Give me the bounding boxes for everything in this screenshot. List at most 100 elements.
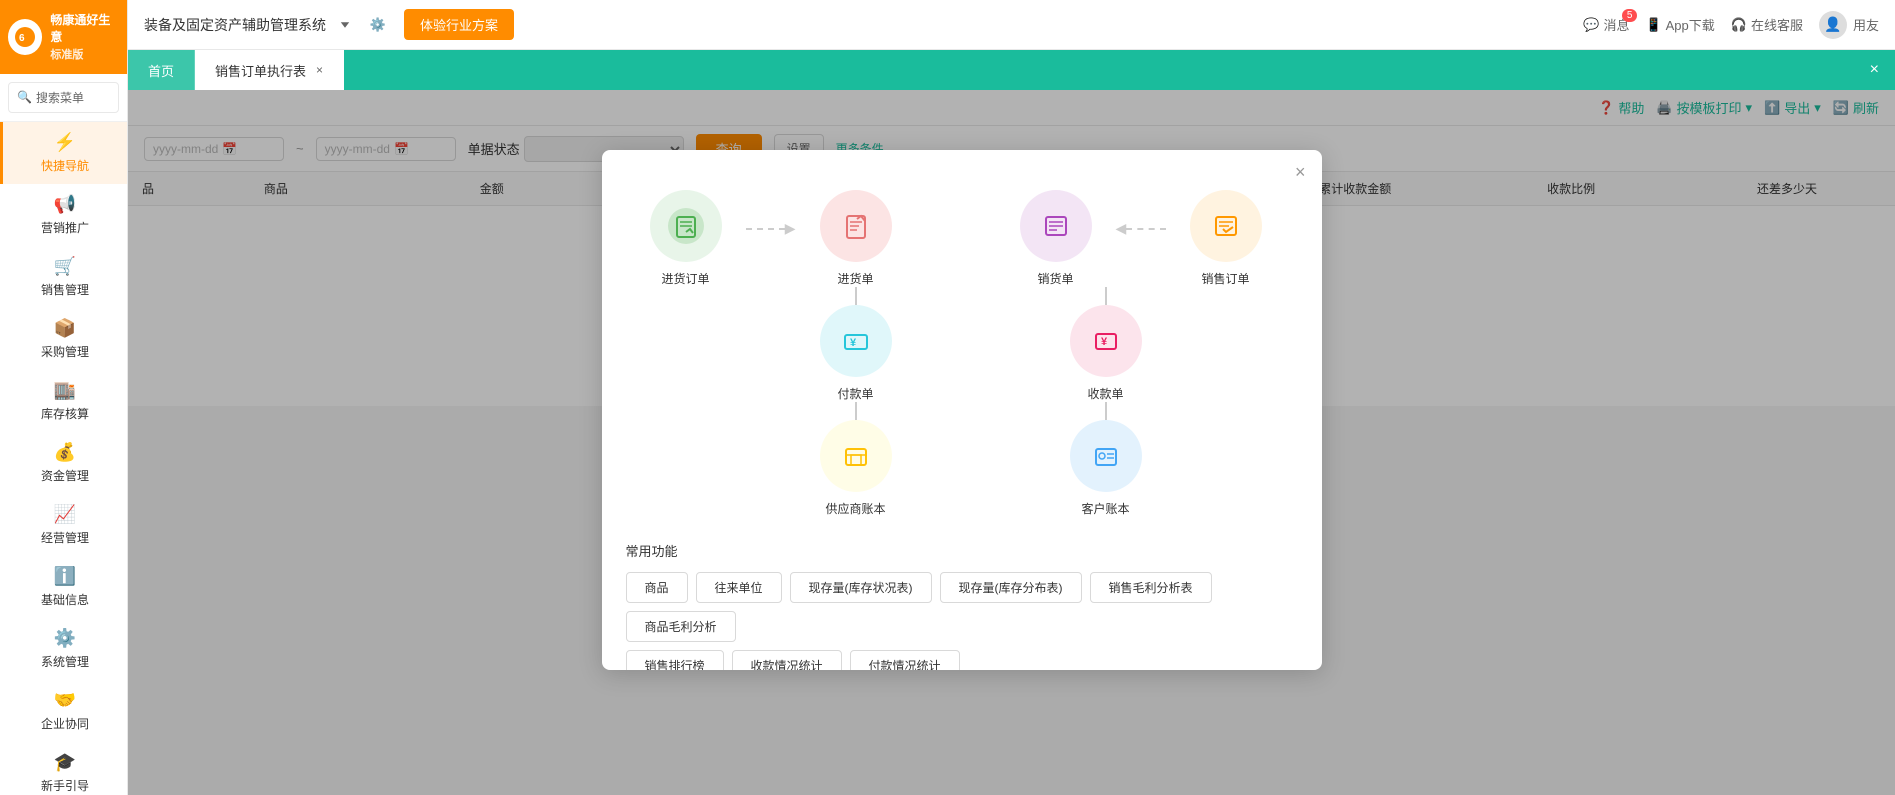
sales-bill-label: 销货单: [1037, 270, 1073, 287]
guide-icon: 🎓: [54, 752, 76, 773]
customer-icon: [1087, 437, 1125, 475]
topbar-actions: 💬 消息 5 📱 App下载 🎧 在线客服 👤 用友: [1583, 11, 1879, 39]
purchase-bill-icon: [837, 207, 875, 245]
online-service-button[interactable]: 🎧 在线客服: [1731, 15, 1803, 34]
payment-icon: ¥: [837, 322, 875, 360]
download-icon: 📱: [1645, 17, 1661, 33]
common-btn-stock-status[interactable]: 现存量(库存状况表): [790, 572, 932, 603]
search-icon: 🔍: [17, 90, 32, 104]
purchase-bill-label: 进货单: [837, 270, 873, 287]
quick-nav-icon: ⚡: [54, 132, 76, 153]
arrow-left-1: ◀: [1116, 220, 1166, 237]
common-btn-partner[interactable]: 往来单位: [696, 572, 782, 603]
basic-info-icon: ℹ️: [54, 566, 76, 587]
purchase-icon: 📦: [54, 318, 76, 339]
common-btn-goods-margin[interactable]: 商品毛利分析: [626, 611, 736, 642]
sidebar-item-purchase[interactable]: 📦 采购管理: [0, 308, 127, 370]
flow-section: 进货订单 ▶ 进: [626, 174, 1298, 533]
sidebar-item-label: 营销推广: [41, 219, 89, 236]
common-btn-sales-margin[interactable]: 销售毛利分析表: [1090, 572, 1212, 603]
sales-order-circle: [1190, 190, 1262, 262]
search-menu-label: 搜索菜单: [36, 89, 84, 106]
flow-node-sales-order[interactable]: 销售订单: [1166, 190, 1286, 287]
window-close-button[interactable]: ×: [1854, 61, 1895, 79]
sidebar-item-enterprise[interactable]: 🤝 企业协同: [0, 680, 127, 742]
sidebar-item-label: 经营管理: [41, 529, 89, 546]
arrow-down-payment: [796, 402, 916, 420]
arrow-down-receipt: [1046, 402, 1166, 420]
svg-text:¥: ¥: [850, 337, 857, 349]
sidebar-nav: ⚡ 快捷导航 📢 营销推广 🛒 销售管理 📦 采购管理 🏬 库存核算 💰: [0, 122, 127, 795]
sidebar-item-finance[interactable]: 💰 资金管理: [0, 432, 127, 494]
arrow-spacer: [916, 287, 1046, 305]
sidebar-item-business[interactable]: 📈 经营管理: [0, 494, 127, 556]
sales-bill-icon: [1037, 207, 1075, 245]
app-download-button[interactable]: 📱 App下载: [1645, 15, 1714, 34]
customer-circle: [1070, 420, 1142, 492]
common-btn-sales-rank[interactable]: 销售排行榜: [626, 650, 724, 670]
sidebar-item-quick-nav[interactable]: ⚡ 快捷导航: [0, 122, 127, 184]
tab-home[interactable]: 首页: [128, 50, 195, 90]
sales-bill-circle: [1020, 190, 1092, 262]
sidebar-item-label: 基础信息: [41, 591, 89, 608]
tab-sales-order[interactable]: 销售订单执行表 ×: [195, 50, 344, 90]
main-content: 装备及固定资产辅助管理系统 ⚙️ 体验行业方案 💬 消息 5 📱 App下载 🎧: [128, 0, 1895, 795]
messages-button[interactable]: 💬 消息 5: [1583, 15, 1629, 34]
flow-node-purchase-order[interactable]: 进货订单: [626, 190, 746, 287]
flow-node-payment[interactable]: ¥ 付款单: [796, 305, 916, 402]
common-functions-title: 常用功能: [626, 541, 1298, 560]
system-dropdown[interactable]: [338, 18, 352, 32]
sidebar-item-marketing[interactable]: 📢 营销推广: [0, 184, 127, 246]
sidebar-item-basic-info[interactable]: ℹ️ 基础信息: [0, 556, 127, 618]
sidebar-item-label: 采购管理: [41, 343, 89, 360]
flow-node-purchase-bill[interactable]: 进货单: [796, 190, 916, 287]
avatar: 👤: [1819, 11, 1847, 39]
sidebar-item-sales[interactable]: 🛒 销售管理: [0, 246, 127, 308]
sidebar-item-inventory[interactable]: 🏬 库存核算: [0, 370, 127, 432]
quick-nav-modal: × 进货订单: [602, 150, 1322, 670]
sidebar-item-label: 快捷导航: [41, 157, 89, 174]
tab-close-icon[interactable]: ×: [316, 63, 323, 77]
logo-sub: 标准版: [50, 46, 119, 62]
user-menu[interactable]: 👤 用友: [1819, 11, 1879, 39]
sidebar-item-label: 库存核算: [41, 405, 89, 422]
topbar: 装备及固定资产辅助管理系统 ⚙️ 体验行业方案 💬 消息 5 📱 App下载 🎧: [128, 0, 1895, 50]
user-label: 用友: [1853, 15, 1879, 34]
supplier-circle: [820, 420, 892, 492]
marketing-icon: 📢: [54, 194, 76, 215]
receipt-label: 收款单: [1087, 385, 1123, 402]
flow-node-receipt[interactable]: ¥ 收款单: [1046, 305, 1166, 402]
app-download-label: App下载: [1666, 15, 1715, 34]
page-content: ❓ 帮助 🖨️ 按模板打印 ▾ ⬆️ 导出 ▾ 🔄 刷新: [128, 90, 1895, 795]
svg-text:6: 6: [19, 33, 25, 44]
arrow-right-1: ▶: [746, 220, 796, 237]
sidebar-item-system[interactable]: ⚙️ 系统管理: [0, 618, 127, 680]
receipt-circle: ¥: [1070, 305, 1142, 377]
payment-circle: ¥: [820, 305, 892, 377]
flow-node-supplier[interactable]: 供应商账本: [796, 420, 916, 517]
arrow-down-sales: [1046, 287, 1166, 305]
modal-close-button[interactable]: ×: [1295, 162, 1306, 183]
flow-row-arrows2: [626, 402, 1298, 420]
sidebar-search-area: 🔍 搜索菜单: [0, 74, 127, 122]
flow-node-customer[interactable]: 客户账本: [1046, 420, 1166, 517]
sales-order-icon: [1207, 207, 1245, 245]
common-btn-goods[interactable]: 商品: [626, 572, 688, 603]
common-btn-payment-stats[interactable]: 付款情况统计: [850, 650, 960, 670]
try-plan-button[interactable]: 体验行业方案: [404, 9, 514, 40]
service-icon: 🎧: [1731, 17, 1747, 33]
modal-overlay[interactable]: × 进货订单: [128, 90, 1895, 795]
common-btn-stock-dist[interactable]: 现存量(库存分布表): [940, 572, 1082, 603]
settings-icon[interactable]: ⚙️: [364, 11, 392, 39]
sidebar-item-label: 资金管理: [41, 467, 89, 484]
common-btn-receipt-stats[interactable]: 收款情况统计: [732, 650, 842, 670]
payment-label: 付款单: [837, 385, 873, 402]
flow-node-sales-bill[interactable]: 销货单: [996, 190, 1116, 287]
search-menu-button[interactable]: 🔍 搜索菜单: [8, 82, 119, 113]
purchase-order-label: 进货订单: [661, 270, 709, 287]
business-icon: 📈: [54, 504, 76, 525]
sidebar-item-guide[interactable]: 🎓 新手引导: [0, 742, 127, 795]
flow-row-2: ¥ 付款单 ¥ 收款单: [626, 305, 1298, 402]
sidebar-logo: 6 畅康通好生意 标准版: [0, 0, 127, 74]
sales-icon: 🛒: [54, 256, 76, 277]
